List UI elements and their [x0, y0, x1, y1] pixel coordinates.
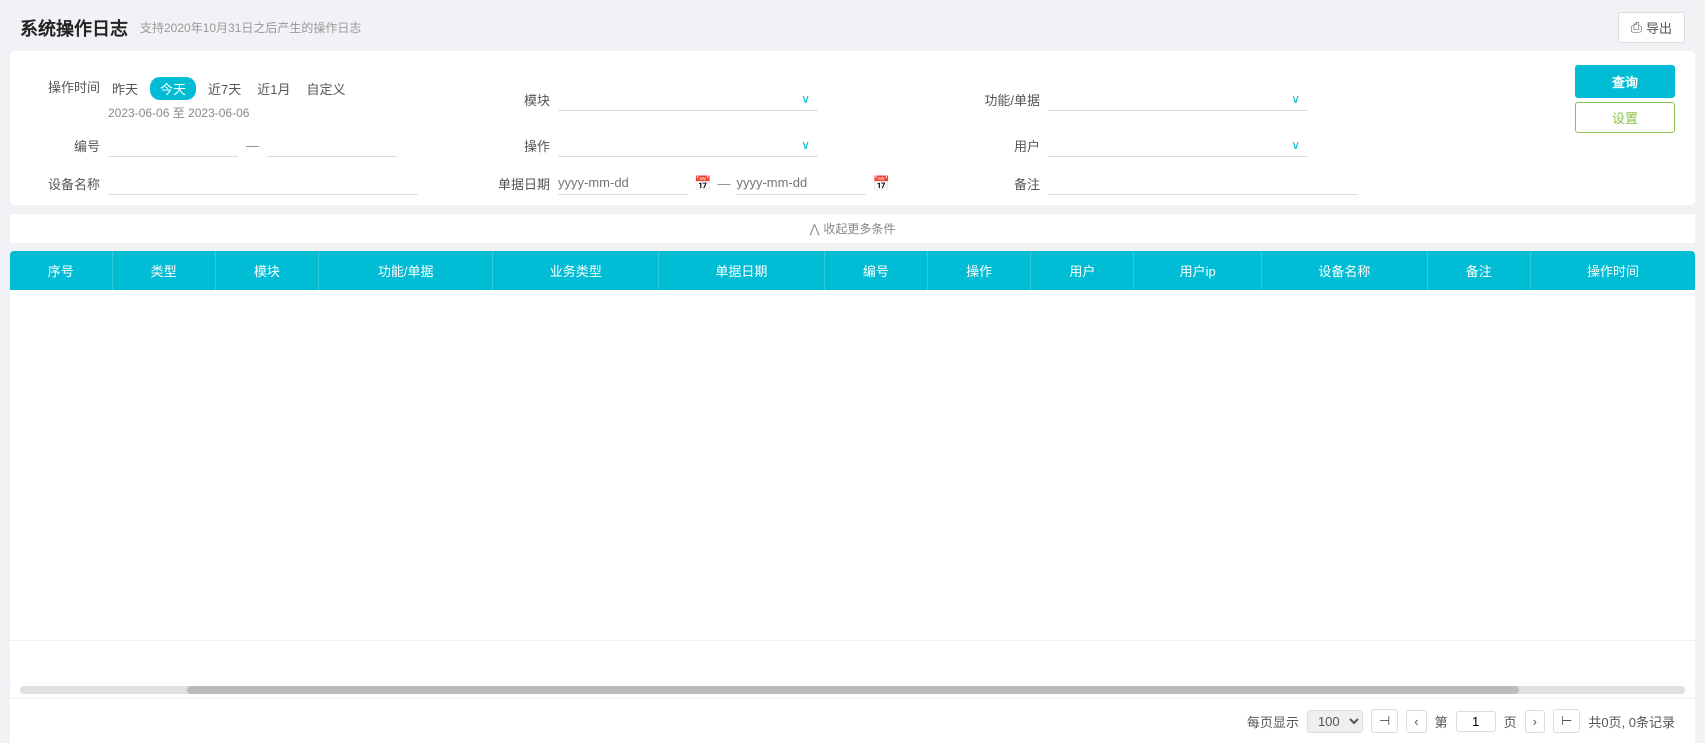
- export-icon: ⎙: [1631, 19, 1642, 36]
- time-btn-1month[interactable]: 近1月: [253, 77, 294, 100]
- data-table: 序号 类型 模块 功能/单据 业务类型 单据日期 编号 操作 用户 用户ip 设…: [10, 251, 1695, 641]
- module-select[interactable]: ∨: [558, 88, 818, 111]
- module-filter: 模块 ∨: [480, 88, 960, 111]
- per-page-label: 每页显示: [1247, 712, 1299, 731]
- collapse-bar[interactable]: ⋀ 收起更多条件: [10, 213, 1695, 243]
- col-function: 功能/单据: [319, 251, 493, 290]
- col-biztype: 业务类型: [493, 251, 659, 290]
- number-input-to[interactable]: [267, 133, 397, 157]
- operation-filter: 操作 ∨: [480, 134, 960, 157]
- date-range: 📅 — 📅: [558, 171, 890, 195]
- page-unit: 页: [1504, 712, 1517, 731]
- export-button[interactable]: ⎙ 导出: [1618, 12, 1685, 43]
- page-title: 系统操作日志: [20, 15, 128, 41]
- filter-row-2: 编号 — 操作 ∨ 用户 ∨: [30, 133, 1675, 157]
- page-wrapper: 系统操作日志 支持2020年10月31日之后产生的操作日志 ⎙ 导出 操作时间 …: [0, 0, 1705, 743]
- time-label: 操作时间: [30, 77, 100, 96]
- remark-label: 备注: [960, 174, 1040, 193]
- per-page-select[interactable]: 100 50 200: [1307, 710, 1363, 733]
- number-range: —: [108, 133, 397, 157]
- module-chevron-icon: ∨: [801, 92, 810, 106]
- date-filter: 单据日期 📅 — 📅: [480, 171, 960, 195]
- col-module: 模块: [215, 251, 318, 290]
- user-filter: 用户 ∨: [960, 134, 1675, 157]
- time-btn-yesterday[interactable]: 昨天: [108, 77, 142, 100]
- device-filter: 设备名称: [30, 171, 480, 195]
- number-label: 编号: [30, 136, 100, 155]
- prev-page-button[interactable]: ‹: [1406, 710, 1426, 733]
- remark-filter: 备注: [960, 171, 1675, 195]
- action-buttons: 查询 设置: [1575, 65, 1675, 133]
- number-filter: 编号 —: [30, 133, 480, 157]
- device-input[interactable]: [108, 171, 418, 195]
- time-buttons: 昨天 今天 近7天 近1月 自定义: [108, 77, 350, 100]
- user-label: 用户: [960, 136, 1040, 155]
- table-header-row: 序号 类型 模块 功能/单据 业务类型 单据日期 编号 操作 用户 用户ip 设…: [10, 251, 1695, 290]
- col-index: 序号: [10, 251, 112, 290]
- col-optime: 操作时间: [1530, 251, 1695, 290]
- table-header: 序号 类型 模块 功能/单据 业务类型 单据日期 编号 操作 用户 用户ip 设…: [10, 251, 1695, 290]
- function-filter: 功能/单据 ∨: [960, 88, 1555, 111]
- time-range: 2023-06-06 至 2023-06-06: [108, 104, 350, 121]
- scroll-thumb: [187, 686, 1519, 694]
- first-page-button[interactable]: ⊣: [1371, 709, 1398, 733]
- page-subtitle: 支持2020年10月31日之后产生的操作日志: [140, 19, 361, 36]
- empty-body: [10, 290, 1695, 640]
- time-filter-group: 昨天 今天 近7天 近1月 自定义 2023-06-06 至 2023-06-0…: [108, 77, 350, 121]
- time-btn-today[interactable]: 今天: [150, 77, 196, 100]
- next-page-button[interactable]: ›: [1525, 710, 1545, 733]
- scroll-track: [20, 686, 1685, 694]
- page-header: 系统操作日志 支持2020年10月31日之后产生的操作日志 ⎙ 导出: [0, 0, 1705, 51]
- page-label: 第: [1435, 712, 1448, 731]
- collapse-label: 收起更多条件: [823, 220, 895, 237]
- col-userip: 用户ip: [1134, 251, 1262, 290]
- scroll-area[interactable]: [10, 682, 1695, 698]
- empty-row: [10, 290, 1695, 640]
- time-btn-custom[interactable]: 自定义: [303, 77, 350, 100]
- total-info: 共0页, 0条记录: [1588, 712, 1675, 731]
- table-body: [10, 290, 1695, 640]
- time-btn-7days[interactable]: 近7天: [204, 77, 245, 100]
- col-remark: 备注: [1427, 251, 1530, 290]
- date-dash: —: [717, 176, 730, 191]
- calendar-from-icon[interactable]: 📅: [694, 175, 711, 192]
- function-select[interactable]: ∨: [1048, 88, 1308, 111]
- page-input[interactable]: [1456, 711, 1496, 732]
- number-dash: —: [246, 138, 259, 153]
- col-docdate: 单据日期: [659, 251, 825, 290]
- user-chevron-icon: ∨: [1291, 138, 1300, 152]
- pagination: 每页显示 100 50 200 ⊣ ‹ 第 页 › ⊢ 共0页, 0条记录: [10, 698, 1695, 743]
- number-input-from[interactable]: [108, 133, 238, 157]
- filter-row-1: 操作时间 昨天 今天 近7天 近1月 自定义 2023-06-06 至 2023…: [30, 65, 1675, 133]
- calendar-to-icon[interactable]: 📅: [872, 175, 889, 192]
- function-label: 功能/单据: [960, 90, 1040, 109]
- col-type: 类型: [112, 251, 215, 290]
- query-button[interactable]: 查询: [1575, 65, 1675, 98]
- function-chevron-icon: ∨: [1291, 92, 1300, 106]
- filter-row-3: 设备名称 单据日期 📅 — 📅 备注: [30, 171, 1675, 195]
- date-label: 单据日期: [480, 174, 550, 193]
- settings-button[interactable]: 设置: [1575, 102, 1675, 133]
- last-page-button[interactable]: ⊢: [1553, 709, 1580, 733]
- operation-chevron-icon: ∨: [801, 138, 810, 152]
- col-device: 设备名称: [1261, 251, 1427, 290]
- table-wrapper: 序号 类型 模块 功能/单据 业务类型 单据日期 编号 操作 用户 用户ip 设…: [10, 251, 1695, 682]
- device-label: 设备名称: [30, 174, 100, 193]
- export-label: 导出: [1646, 18, 1672, 37]
- col-operation: 操作: [927, 251, 1030, 290]
- remark-input[interactable]: [1048, 171, 1358, 195]
- col-number: 编号: [824, 251, 927, 290]
- col-user: 用户: [1031, 251, 1134, 290]
- module-label: 模块: [480, 90, 550, 109]
- user-select[interactable]: ∨: [1048, 134, 1308, 157]
- operation-label: 操作: [480, 136, 550, 155]
- date-to-input[interactable]: [736, 171, 866, 195]
- date-from-input[interactable]: [558, 171, 688, 195]
- collapse-up-icon: ⋀: [810, 222, 820, 236]
- operation-select[interactable]: ∨: [558, 134, 818, 157]
- time-filter: 操作时间 昨天 今天 近7天 近1月 自定义 2023-06-06 至 2023…: [30, 77, 480, 121]
- filter-area: 操作时间 昨天 今天 近7天 近1月 自定义 2023-06-06 至 2023…: [10, 51, 1695, 205]
